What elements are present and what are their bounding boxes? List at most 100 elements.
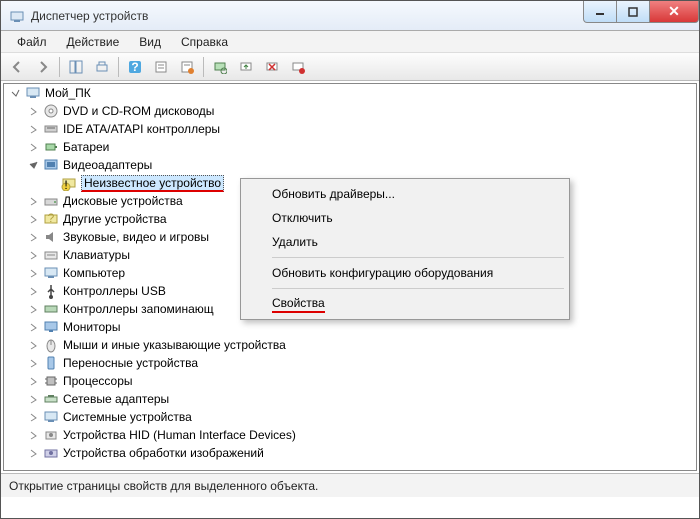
svg-text:!: !	[64, 178, 67, 191]
expand-icon[interactable]	[28, 412, 39, 423]
tree-node-mouse[interactable]: Мыши и иные указывающие устройства	[4, 336, 696, 354]
tree-node-label: Компьютер	[63, 266, 125, 280]
minimize-button[interactable]	[583, 1, 617, 23]
toolbar-separator	[118, 57, 119, 77]
sound-icon	[43, 229, 59, 245]
menu-view[interactable]: Вид	[129, 32, 171, 52]
tree-node-hid[interactable]: Устройства HID (Human Interface Devices)	[4, 426, 696, 444]
app-icon	[9, 8, 25, 24]
menu-bar: Файл Действие Вид Справка	[1, 31, 699, 53]
expand-icon[interactable]	[28, 106, 39, 117]
display-adapter-icon	[43, 157, 59, 173]
ctx-delete[interactable]: Удалить	[244, 230, 566, 254]
expand-icon[interactable]	[28, 376, 39, 387]
tree-node-label: Другие устройства	[63, 212, 167, 226]
show-hide-tree-button[interactable]	[64, 56, 88, 78]
system-device-icon	[43, 409, 59, 425]
title-bar: Диспетчер устройств ✕	[1, 1, 699, 31]
maximize-button[interactable]	[616, 1, 650, 23]
window-title: Диспетчер устройств	[31, 9, 584, 23]
properties-button[interactable]	[149, 56, 173, 78]
ctx-properties[interactable]: Свойства	[244, 292, 566, 316]
tree-node-label: Устройства обработки изображений	[63, 446, 264, 460]
tree-node-label: Видеоадаптеры	[63, 158, 152, 172]
tree-node-imaging[interactable]: Устройства обработки изображений	[4, 444, 696, 462]
tree-node-system[interactable]: Системные устройства	[4, 408, 696, 426]
storage-controller-icon	[43, 301, 59, 317]
ctx-separator	[272, 288, 564, 289]
expand-icon[interactable]	[28, 142, 39, 153]
menu-file[interactable]: Файл	[7, 32, 57, 52]
title-buttons: ✕	[584, 1, 699, 30]
expand-icon[interactable]	[28, 394, 39, 405]
tree-node-cpu[interactable]: Процессоры	[4, 372, 696, 390]
keyboard-icon	[43, 247, 59, 263]
expand-icon[interactable]	[28, 304, 39, 315]
scan-hardware-button[interactable]	[208, 56, 232, 78]
forward-button[interactable]	[31, 56, 55, 78]
expand-icon[interactable]	[28, 430, 39, 441]
device-tree[interactable]: Мой_ПК DVD и CD-ROM дисководы IDE ATA/AT…	[3, 83, 697, 471]
disable-button[interactable]	[286, 56, 310, 78]
tree-node-label: Мой_ПК	[45, 86, 91, 100]
tree-node-dvd[interactable]: DVD и CD-ROM дисководы	[4, 102, 696, 120]
tree-node-video[interactable]: Видеоадаптеры	[4, 156, 696, 174]
imaging-icon	[43, 445, 59, 461]
mouse-icon	[43, 337, 59, 353]
update-driver-button[interactable]	[234, 56, 258, 78]
computer-icon	[25, 85, 41, 101]
tree-node-label: DVD и CD-ROM дисководы	[63, 104, 214, 118]
svg-text:?: ?	[48, 211, 55, 225]
tree-node-label: Контроллеры USB	[63, 284, 166, 298]
menu-action[interactable]: Действие	[57, 32, 130, 52]
back-button[interactable]	[5, 56, 29, 78]
disk-icon	[43, 193, 59, 209]
expand-icon[interactable]	[28, 124, 39, 135]
expand-icon[interactable]	[28, 250, 39, 261]
expand-icon[interactable]	[28, 268, 39, 279]
action-button[interactable]	[175, 56, 199, 78]
expand-icon[interactable]	[28, 196, 39, 207]
tree-node-label: Клавиатуры	[63, 248, 130, 262]
ctx-disable[interactable]: Отключить	[244, 206, 566, 230]
collapse-icon[interactable]	[28, 160, 39, 171]
status-text: Открытие страницы свойств для выделенног…	[9, 479, 318, 493]
status-bar: Открытие страницы свойств для выделенног…	[1, 473, 699, 497]
tree-node-label: Неизвестное устройство	[81, 175, 224, 192]
expand-icon[interactable]	[28, 358, 39, 369]
usb-icon	[43, 283, 59, 299]
tree-node-network[interactable]: Сетевые адаптеры	[4, 390, 696, 408]
toolbar: ?	[1, 53, 699, 81]
collapse-icon[interactable]	[10, 88, 21, 99]
tree-node-monitor[interactable]: Мониторы	[4, 318, 696, 336]
expand-icon[interactable]	[28, 322, 39, 333]
tree-node-root[interactable]: Мой_ПК	[4, 84, 696, 102]
unknown-device-icon: !	[61, 175, 77, 191]
close-button[interactable]: ✕	[649, 1, 699, 23]
expand-icon[interactable]	[28, 340, 39, 351]
expand-icon[interactable]	[28, 214, 39, 225]
ctx-scan-hardware[interactable]: Обновить конфигурацию оборудования	[244, 261, 566, 285]
tree-node-battery[interactable]: Батареи	[4, 138, 696, 156]
tree-node-ide[interactable]: IDE ATA/ATAPI контроллеры	[4, 120, 696, 138]
tree-node-label: Контроллеры запоминающ	[63, 302, 214, 316]
print-button[interactable]	[90, 56, 114, 78]
tree-node-label: Дисковые устройства	[63, 194, 183, 208]
cpu-icon	[43, 373, 59, 389]
expand-icon[interactable]	[28, 232, 39, 243]
menu-help[interactable]: Справка	[171, 32, 238, 52]
help-button[interactable]: ?	[123, 56, 147, 78]
monitor-icon	[43, 319, 59, 335]
network-icon	[43, 391, 59, 407]
tree-node-label: Мониторы	[63, 320, 120, 334]
tree-node-portable[interactable]: Переносные устройства	[4, 354, 696, 372]
toolbar-separator	[203, 57, 204, 77]
expand-icon[interactable]	[28, 448, 39, 459]
toolbar-separator	[59, 57, 60, 77]
uninstall-button[interactable]	[260, 56, 284, 78]
expand-icon[interactable]	[28, 286, 39, 297]
tree-node-label: Устройства HID (Human Interface Devices)	[63, 428, 296, 442]
no-toggle	[46, 178, 57, 189]
ctx-update-drivers[interactable]: Обновить драйверы...	[244, 182, 566, 206]
portable-device-icon	[43, 355, 59, 371]
